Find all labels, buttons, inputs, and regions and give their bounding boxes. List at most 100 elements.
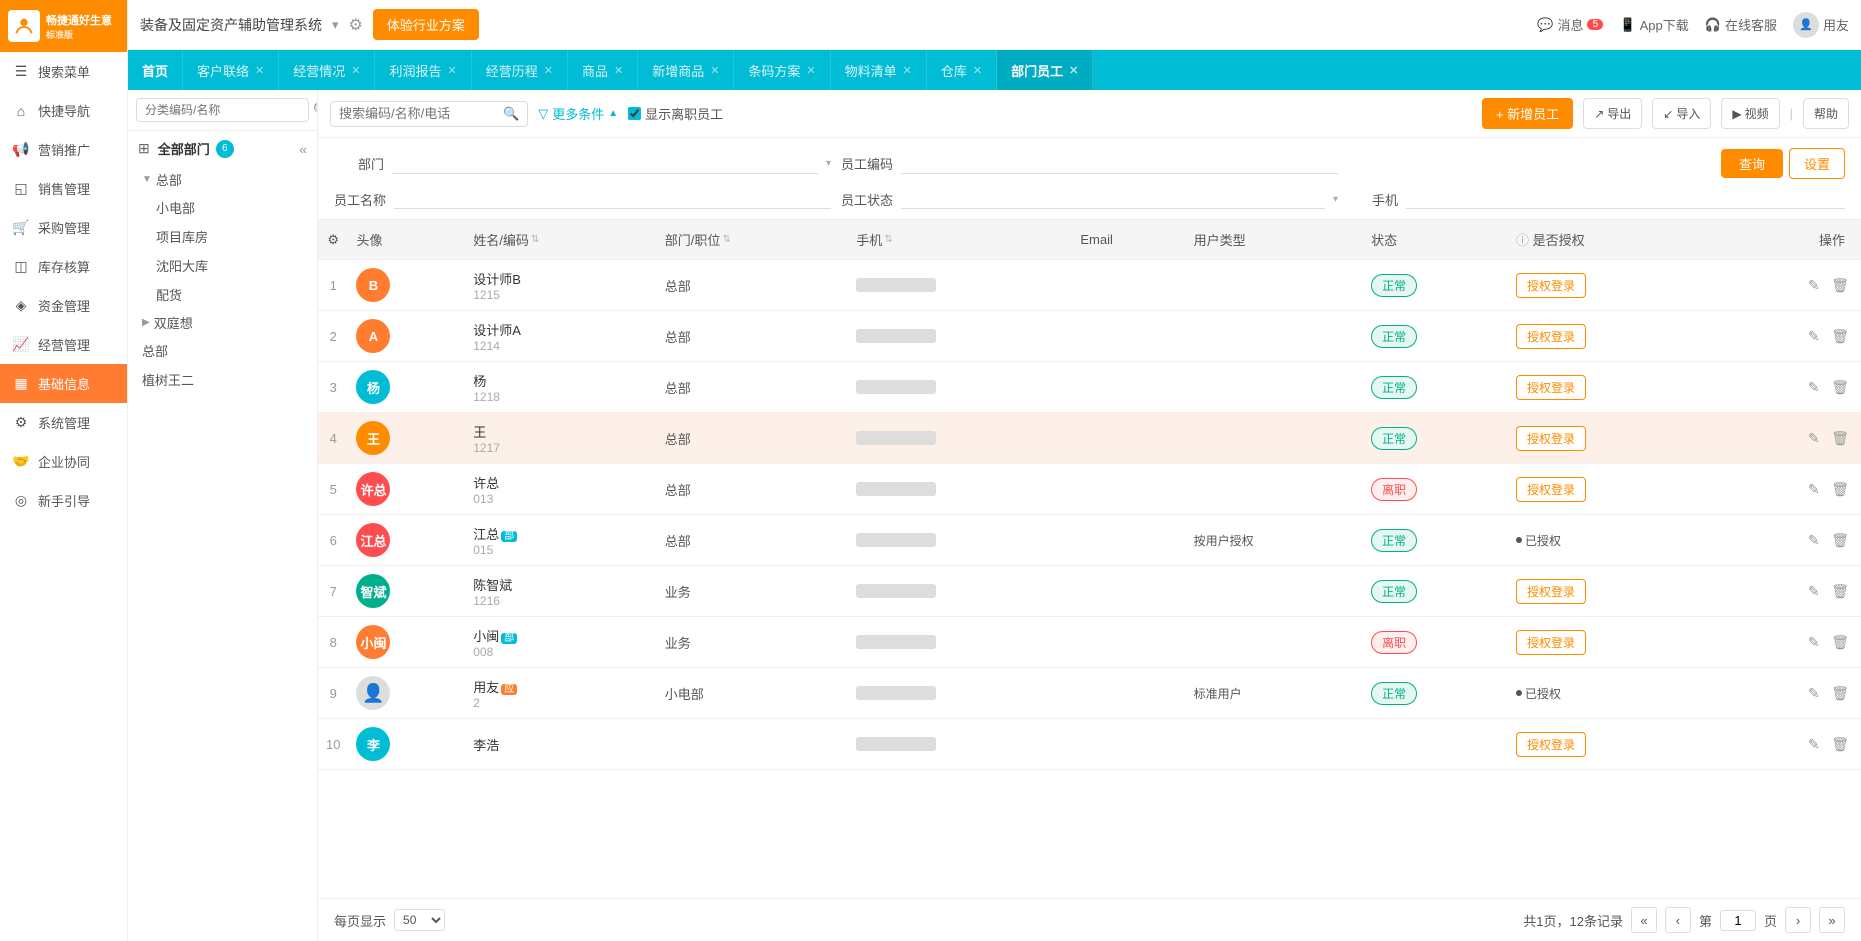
employee-code-input[interactable]: [901, 154, 1338, 174]
tab-home[interactable]: 首页: [128, 50, 183, 90]
tab-warehouse-close[interactable]: ✕: [973, 64, 982, 77]
auth-btn[interactable]: 授权登录: [1516, 630, 1586, 655]
table-row[interactable]: 9 👤 用友应2 小电部 blurred 标准用户 正常 已授权 ✎ 🗑: [318, 668, 1861, 719]
table-row[interactable]: 5 许总 许总013 总部 blurred 离职 授权登录 ✎ 🗑: [318, 464, 1861, 515]
per-page-select[interactable]: 50 100: [394, 909, 445, 931]
status-filter-select[interactable]: [901, 189, 1325, 209]
query-btn[interactable]: 查询: [1721, 149, 1783, 178]
sidebar-item-purchase[interactable]: 🛒 采购管理: [0, 208, 127, 247]
table-row[interactable]: 1 B 设计师B1215 总部 blurred 正常 授权登录 ✎ 🗑: [318, 260, 1861, 311]
tab-material-list[interactable]: 物料清单 ✕: [831, 50, 927, 90]
tab-barcode[interactable]: 条码方案 ✕: [734, 50, 830, 90]
tab-barcode-close[interactable]: ✕: [806, 64, 815, 77]
dept-filter-select[interactable]: [392, 154, 818, 174]
tab-profit[interactable]: 利润报告 ✕: [375, 50, 471, 90]
phone-filter-input[interactable]: [1406, 189, 1845, 209]
dropdown-arrow[interactable]: ▾: [332, 17, 339, 33]
edit-btn[interactable]: ✎: [1804, 377, 1824, 398]
tree-collapse-btn[interactable]: «: [299, 141, 307, 157]
tab-add-goods[interactable]: 新增商品 ✕: [638, 50, 734, 90]
col-name[interactable]: 姓名/编码 ⇅: [465, 220, 657, 260]
delete-btn[interactable]: 🗑: [1827, 632, 1853, 653]
tree-leaf-shenyang[interactable]: 沈阳大库: [128, 251, 317, 280]
delete-btn[interactable]: 🗑: [1827, 326, 1853, 347]
table-row[interactable]: 6 江总 江总部015 总部 blurred 按用户授权 正常 已授权 ✎ 🗑: [318, 515, 1861, 566]
auth-btn[interactable]: 授权登录: [1516, 324, 1586, 349]
delete-btn[interactable]: 🗑: [1827, 428, 1853, 449]
tab-customer[interactable]: 客户联络 ✕: [183, 50, 279, 90]
tab-dept-staff-close[interactable]: ✕: [1069, 64, 1078, 77]
export-btn[interactable]: ↗ 导出: [1583, 98, 1642, 129]
tab-operation-status[interactable]: 经营情况 ✕: [279, 50, 375, 90]
filter-search-input[interactable]: [339, 106, 499, 121]
tree-leaf-plantwang[interactable]: 植树王二: [128, 365, 317, 394]
edit-btn[interactable]: ✎: [1804, 632, 1824, 653]
tab-operation-close[interactable]: ✕: [351, 64, 360, 77]
edit-btn[interactable]: ✎: [1804, 479, 1824, 500]
tab-dept-staff[interactable]: 部门员工 ✕: [997, 50, 1093, 90]
sidebar-item-system[interactable]: ⚙ 系统管理: [0, 403, 127, 442]
tab-customer-close[interactable]: ✕: [255, 64, 264, 77]
prev-page-btn[interactable]: ‹: [1665, 907, 1691, 933]
col-phone[interactable]: 手机 ⇅: [848, 220, 1072, 260]
edit-btn[interactable]: ✎: [1804, 530, 1824, 551]
delete-btn[interactable]: 🗑: [1827, 683, 1853, 704]
sidebar-item-finance[interactable]: ◈ 资金管理: [0, 286, 127, 325]
tree-leaf-distribution[interactable]: 配货: [128, 280, 317, 309]
auth-btn[interactable]: 授权登录: [1516, 579, 1586, 604]
tab-goods[interactable]: 商品 ✕: [568, 50, 638, 90]
delete-btn[interactable]: 🗑: [1827, 530, 1853, 551]
next-page-btn[interactable]: ›: [1785, 907, 1811, 933]
auth-btn[interactable]: 授权登录: [1516, 732, 1586, 757]
edit-btn[interactable]: ✎: [1804, 683, 1824, 704]
auth-btn[interactable]: 授权登录: [1516, 477, 1586, 502]
add-employee-btn[interactable]: + 新增员工: [1482, 98, 1573, 129]
table-row[interactable]: 3 杨 杨1218 总部 blurred 正常 授权登录 ✎ 🗑: [318, 362, 1861, 413]
edit-btn[interactable]: ✎: [1804, 275, 1824, 296]
last-page-btn[interactable]: »: [1819, 907, 1845, 933]
tab-warehouse[interactable]: 仓库 ✕: [927, 50, 997, 90]
sidebar-item-inventory[interactable]: ◫ 库存核算: [0, 247, 127, 286]
employee-name-input[interactable]: [394, 189, 831, 209]
edit-btn[interactable]: ✎: [1804, 326, 1824, 347]
sidebar-item-operation[interactable]: 📈 经营管理: [0, 325, 127, 364]
view-btn[interactable]: ▶ 视频: [1721, 98, 1779, 129]
table-row[interactable]: 2 A 设计师A1214 总部 blurred 正常 授权登录 ✎ 🗑: [318, 311, 1861, 362]
table-row[interactable]: 10 李 李浩 blurred 授权登录 ✎ 🗑: [318, 719, 1861, 770]
sidebar-item-sales[interactable]: ◱ 销售管理: [0, 169, 127, 208]
tree-leaf-hq[interactable]: 总部: [128, 336, 317, 365]
sidebar-item-corp[interactable]: 🤝 企业协同: [0, 442, 127, 481]
tab-material-close[interactable]: ✕: [903, 64, 912, 77]
user-btn[interactable]: 👤 用友: [1793, 12, 1849, 38]
sidebar-item-quick-nav[interactable]: ⌂ 快捷导航: [0, 91, 127, 130]
delete-btn[interactable]: 🗑: [1827, 581, 1853, 602]
delete-btn[interactable]: 🗑: [1827, 734, 1853, 755]
tree-group-general[interactable]: ▼ 总部: [128, 166, 317, 193]
tab-goods-close[interactable]: ✕: [614, 64, 623, 77]
set-btn[interactable]: 设置: [1789, 148, 1845, 179]
auth-btn[interactable]: 授权登录: [1516, 375, 1586, 400]
tree-leaf-project[interactable]: 项目库房: [128, 222, 317, 251]
import-btn[interactable]: ↙ 导入: [1652, 98, 1711, 129]
tab-profit-close[interactable]: ✕: [448, 64, 457, 77]
tab-add-goods-close[interactable]: ✕: [710, 64, 719, 77]
delete-btn[interactable]: 🗑: [1827, 275, 1853, 296]
show-dimission-checkbox[interactable]: [628, 107, 641, 120]
tree-search-input[interactable]: [136, 98, 309, 122]
tab-operation-process[interactable]: 经营历程 ✕: [472, 50, 568, 90]
tree-double-dream[interactable]: ▶ 双庭想: [128, 309, 317, 336]
col-dept[interactable]: 部门/职位 ⇅: [657, 220, 849, 260]
page-input[interactable]: [1720, 910, 1756, 931]
online-service-btn[interactable]: 🎧 在线客服: [1705, 15, 1777, 34]
sidebar-item-guide[interactable]: ◎ 新手引导: [0, 481, 127, 520]
table-row[interactable]: 8 小闽 小闽部008 业务 blurred 离职 授权登录 ✎ 🗑: [318, 617, 1861, 668]
first-page-btn[interactable]: «: [1631, 907, 1657, 933]
tab-process-close[interactable]: ✕: [544, 64, 553, 77]
edit-btn[interactable]: ✎: [1804, 581, 1824, 602]
edit-btn[interactable]: ✎: [1804, 428, 1824, 449]
auth-btn[interactable]: 授权登录: [1516, 273, 1586, 298]
auth-btn[interactable]: 授权登录: [1516, 426, 1586, 451]
sidebar-item-basic-info[interactable]: ▦ 基础信息: [0, 364, 127, 403]
table-row[interactable]: 7 智斌 陈智斌1216 业务 blurred 正常 授权登录 ✎ 🗑: [318, 566, 1861, 617]
message-btn[interactable]: 💬 消息 5: [1537, 15, 1603, 34]
